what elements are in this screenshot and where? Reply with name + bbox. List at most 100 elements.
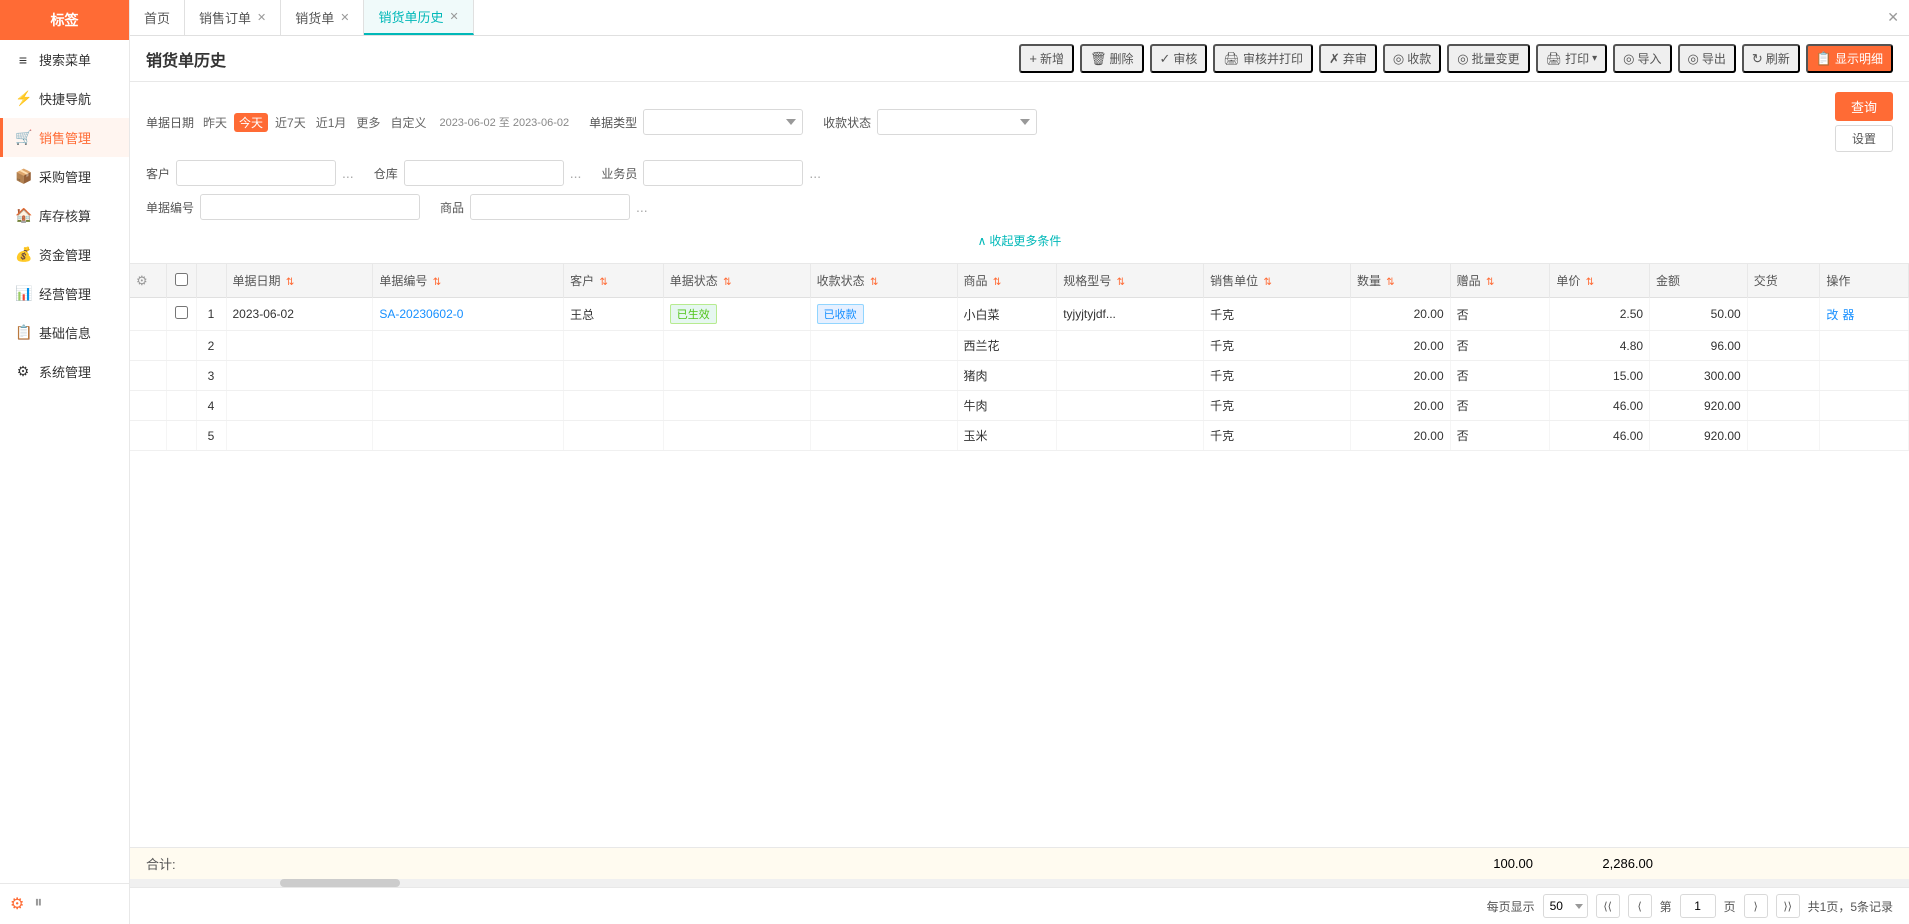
th-operation: 操作 xyxy=(1820,264,1909,298)
sidebar-item-quick-nav[interactable]: ⚡ 快捷导航 xyxy=(0,79,129,118)
scrollbar-thumb[interactable] xyxy=(280,879,400,887)
shortcut-more[interactable]: 更多 xyxy=(353,113,383,132)
footer-total-quantity: 100.00 xyxy=(1433,856,1553,871)
table-row: 4 牛肉 千克 20.00 否 46.00 920.00 xyxy=(130,391,1909,421)
sidebar-item-basic-info[interactable]: 📋 基础信息 xyxy=(0,313,129,352)
th-unit[interactable]: 销售单位 ⇅ xyxy=(1204,264,1351,298)
table-settings-icon[interactable]: ⚙ xyxy=(136,273,148,288)
doc-no-link[interactable]: SA-20230602-0 xyxy=(379,307,463,321)
table-container: ⚙ 单据日期 ⇅ 单据编号 ⇅ 客户 xyxy=(130,264,1909,847)
abandon-button[interactable]: ✗ 弃审 xyxy=(1319,44,1377,73)
sidebar-item-operation[interactable]: 📊 经营管理 xyxy=(0,274,129,313)
td-customer xyxy=(564,421,664,451)
td-operation: 改器 xyxy=(1820,298,1909,331)
print-dropdown-icon: ▾ xyxy=(1592,53,1597,64)
td-row-no: 1 xyxy=(196,298,226,331)
page-prev-button[interactable]: ⟨ xyxy=(1628,894,1652,918)
tab-sales-order-close[interactable]: ✕ xyxy=(257,11,266,24)
th-doc-status[interactable]: 单据状态 ⇅ xyxy=(663,264,810,298)
th-gift[interactable]: 赠品 ⇅ xyxy=(1450,264,1550,298)
row-edit-icon[interactable]: 改 xyxy=(1826,308,1838,322)
sidebar-item-finance[interactable]: 💰 资金管理 xyxy=(0,235,129,274)
sidebar-item-inventory[interactable]: 🏠 库存核算 xyxy=(0,196,129,235)
query-button[interactable]: 查询 xyxy=(1835,92,1893,121)
filter-settings-button[interactable]: 设置 xyxy=(1835,125,1893,152)
collect-button[interactable]: ◎ 收款 xyxy=(1383,44,1441,73)
unit-price-sort-icon: ⇅ xyxy=(1586,277,1594,288)
goods-dots[interactable]: ... xyxy=(636,199,648,215)
tab-sales-goods[interactable]: 销货单 ✕ xyxy=(281,0,364,35)
doc-type-select[interactable] xyxy=(643,109,803,135)
tab-home[interactable]: 首页 xyxy=(130,0,185,35)
export-button[interactable]: ◎ 导出 xyxy=(1678,44,1736,73)
payment-status-select[interactable] xyxy=(877,109,1037,135)
sidebar-item-search-menu[interactable]: ≡ 搜索菜单 xyxy=(0,40,129,79)
th-spec[interactable]: 规格型号 ⇅ xyxy=(1057,264,1204,298)
shortcut-7days[interactable]: 近7天 xyxy=(272,113,309,132)
payment-status-badge: 已收款 xyxy=(817,304,864,324)
staff-input[interactable] xyxy=(643,160,803,186)
audit-print-button[interactable]: 🖨 审核并打印 xyxy=(1213,44,1313,73)
th-customer[interactable]: 客户 ⇅ xyxy=(564,264,664,298)
shortcut-yesterday[interactable]: 昨天 xyxy=(200,113,230,132)
page-size-select[interactable]: 50 20 100 xyxy=(1543,894,1588,918)
page-next-button[interactable]: ⟩ xyxy=(1744,894,1768,918)
th-goods[interactable]: 商品 ⇅ xyxy=(957,264,1057,298)
sidebar-item-purchase[interactable]: 📦 采购管理 xyxy=(0,157,129,196)
row-copy-icon[interactable]: 器 xyxy=(1842,308,1854,322)
th-quantity[interactable]: 数量 ⇅ xyxy=(1350,264,1450,298)
shortcut-custom[interactable]: 自定义 xyxy=(387,113,429,132)
horizontal-scrollbar[interactable] xyxy=(130,879,1909,887)
th-unit-price[interactable]: 单价 ⇅ xyxy=(1550,264,1650,298)
page-input[interactable] xyxy=(1680,894,1716,918)
row-checkbox[interactable] xyxy=(175,306,188,319)
date-sort-icon: ⇅ xyxy=(286,277,294,288)
shortcut-today[interactable]: 今天 xyxy=(234,113,268,132)
tab-sales-order[interactable]: 销售订单 ✕ xyxy=(185,0,281,35)
page-first-button[interactable]: ⟨⟨ xyxy=(1596,894,1620,918)
staff-dots[interactable]: ... xyxy=(809,165,821,181)
tab-sales-goods-close[interactable]: ✕ xyxy=(340,11,349,24)
purchase-icon: 📦 xyxy=(15,168,31,185)
basic-info-icon: 📋 xyxy=(15,324,31,341)
select-all-checkbox[interactable] xyxy=(175,273,188,286)
footer-label: 合计: xyxy=(146,854,176,873)
td-customer xyxy=(564,391,664,421)
audit-button[interactable]: ✓ 审核 xyxy=(1150,44,1208,73)
td-unit: 千克 xyxy=(1204,361,1351,391)
page-last-button[interactable]: ⟩⟩ xyxy=(1776,894,1800,918)
delete-button[interactable]: 🗑 删除 xyxy=(1080,44,1144,73)
date-filter-group: 单据日期 昨天 今天 近7天 近1月 更多 自定义 2023-06-02 至 2… xyxy=(146,113,569,132)
warehouse-input[interactable] xyxy=(404,160,564,186)
show-detail-button[interactable]: 📋 显示明细 xyxy=(1806,44,1893,73)
batch-change-button[interactable]: ◎ 批量变更 xyxy=(1447,44,1529,73)
collapse-button[interactable]: ∧ 收起更多条件 xyxy=(146,228,1893,253)
tab-sales-history[interactable]: 销货单历史 ✕ xyxy=(364,0,473,35)
shortcut-1month[interactable]: 近1月 xyxy=(313,113,350,132)
th-doc-no[interactable]: 单据编号 ⇅ xyxy=(373,264,564,298)
td-spec xyxy=(1057,391,1204,421)
new-button[interactable]: + 新增 xyxy=(1019,44,1074,73)
print-button[interactable]: 🖨 打印 ▾ xyxy=(1536,44,1608,73)
refresh-button[interactable]: ↻ 刷新 xyxy=(1742,44,1800,73)
warehouse-dots[interactable]: ... xyxy=(570,165,582,181)
new-icon: + xyxy=(1029,51,1037,66)
th-payment-status[interactable]: 收款状态 ⇅ xyxy=(810,264,957,298)
doc-no-input[interactable] xyxy=(200,194,420,220)
import-button[interactable]: ◎ 导入 xyxy=(1613,44,1671,73)
td-goods: 牛肉 xyxy=(957,391,1057,421)
goods-input[interactable] xyxy=(470,194,630,220)
sidebar-item-sales[interactable]: 🛒 销售管理 xyxy=(0,118,129,157)
td-unit: 千克 xyxy=(1204,331,1351,361)
th-date[interactable]: 单据日期 ⇅ xyxy=(226,264,373,298)
spec-sort-icon: ⇅ xyxy=(1117,277,1125,288)
operation-icon: 📊 xyxy=(15,285,31,302)
main-content: 首页 销售订单 ✕ 销货单 ✕ 销货单历史 ✕ ✕ 销货单历史 + 新增 🗑 删… xyxy=(130,0,1909,924)
customer-input[interactable] xyxy=(176,160,336,186)
tab-bar-close-all[interactable]: ✕ xyxy=(1887,9,1909,26)
sidebar-item-system[interactable]: ⚙ 系统管理 xyxy=(0,352,129,391)
sidebar-settings-icon[interactable]: ⚙ xyxy=(10,894,24,914)
sidebar-collapse-icon[interactable]: ⏸ xyxy=(34,894,42,914)
tab-sales-history-close[interactable]: ✕ xyxy=(450,10,459,23)
customer-dots[interactable]: ... xyxy=(342,165,354,181)
